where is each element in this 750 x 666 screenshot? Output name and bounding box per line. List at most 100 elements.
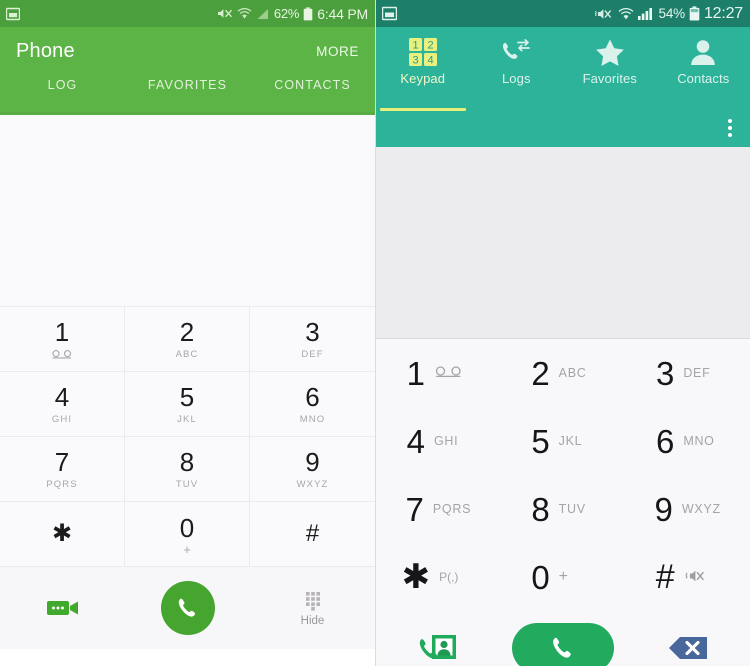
left-action-bar: Hide (0, 567, 375, 649)
left-app-bar: Phone MORE LOG FAVORITES CONTACTS (0, 27, 375, 112)
more-button[interactable]: MORE (316, 44, 359, 59)
keypad-key-1[interactable]: 1 (376, 339, 501, 407)
key-digit: 6 (655, 422, 675, 460)
key-digit: # (655, 558, 675, 596)
right-app-bar: 12 34 Keypad Logs Favorites Contacts (376, 27, 750, 147)
call-button[interactable] (160, 581, 215, 635)
keypad-key-2[interactable]: 2 ABC (501, 339, 626, 407)
tab-log[interactable]: LOG (0, 78, 125, 92)
backspace-button[interactable] (625, 635, 750, 661)
mute-vibrate-icon (684, 568, 720, 587)
call-button[interactable] (512, 623, 614, 666)
call-button-container (125, 581, 250, 635)
keypad-key-star[interactable]: ✱ (0, 502, 125, 567)
keypad-key-6[interactable]: 6 MNO (250, 372, 375, 437)
svg-text:2: 2 (427, 40, 433, 52)
phone-call-icon (174, 594, 202, 622)
keypad-key-2[interactable]: 2 ABC (125, 307, 250, 372)
keypad-key-9[interactable]: 9 WXYZ (250, 437, 375, 502)
screenshot-icon (381, 6, 398, 21)
left-keypad: 1 2 ABC 3 DEF 4 GHI 5 JKL 6 MNO 7 PQRS 8… (0, 306, 375, 567)
hide-label: Hide (300, 615, 325, 627)
clock-label: 6:44 PM (317, 5, 368, 22)
dual-screenshot-comparison: 62% 6:44 PM Phone MORE LOG FAVORITES CON… (0, 0, 750, 666)
key-digit: # (305, 520, 320, 547)
key-digit: 7 (54, 446, 70, 477)
keypad-key-0[interactable]: 0 + (125, 502, 250, 567)
signal-icon (256, 8, 270, 20)
tab-label: Contacts (677, 71, 730, 86)
keypad-key-8[interactable]: 8 TUV (501, 475, 626, 543)
key-letters: GHI (51, 413, 73, 425)
add-contact-icon (417, 632, 459, 664)
hide-keypad-button[interactable]: Hide (250, 589, 375, 627)
keypad-key-star[interactable]: ✱ P(,) (376, 543, 501, 611)
backspace-icon (667, 635, 709, 661)
key-digit: 8 (531, 490, 550, 528)
key-digit: 7 (405, 490, 424, 528)
clock-label: 12:27 (703, 4, 743, 22)
voicemail-icon (434, 365, 470, 381)
keypad-key-5[interactable]: 5 JKL (125, 372, 250, 437)
key-letters: MNO (299, 413, 326, 425)
keypad-key-7[interactable]: 7 PQRS (376, 475, 501, 543)
more-vertical-icon[interactable] (728, 119, 732, 137)
keypad-key-7[interactable]: 7 PQRS (0, 437, 125, 502)
svg-text:1: 1 (412, 40, 418, 52)
tab-logs[interactable]: Logs (470, 33, 564, 112)
keypad-key-4[interactable]: 4 GHI (0, 372, 125, 437)
add-contact-button[interactable] (376, 632, 501, 664)
key-letters: + (558, 568, 569, 585)
tab-contacts[interactable]: Contacts (657, 33, 750, 112)
tab-label: Keypad (400, 71, 446, 86)
key-letters: MNO (683, 434, 715, 448)
tab-favorites[interactable]: FAVORITES (125, 78, 250, 92)
call-button-container (501, 623, 626, 666)
keypad-key-5[interactable]: 5 JKL (501, 407, 626, 475)
key-digit: 4 (54, 381, 70, 412)
left-status-bar: 62% 6:44 PM (0, 0, 375, 27)
svg-text:4: 4 (427, 55, 433, 67)
keypad-key-8[interactable]: 8 TUV (125, 437, 250, 502)
keypad-key-hash[interactable]: # (250, 502, 375, 567)
key-digit: 1 (406, 354, 425, 392)
keypad-key-6[interactable]: 6 MNO (625, 407, 750, 475)
key-letters: DEF (683, 366, 711, 380)
left-tab-row: LOG FAVORITES CONTACTS (0, 75, 375, 112)
key-letters: JKL (177, 413, 197, 425)
key-letters: DEF (301, 348, 324, 360)
key-letters: PQRS (46, 478, 78, 490)
keypad-key-3[interactable]: 3 DEF (250, 307, 375, 372)
key-letters: ABC (175, 348, 199, 360)
key-letters: + (183, 542, 191, 557)
phone-call-icon (548, 633, 578, 663)
keypad-key-3[interactable]: 3 DEF (625, 339, 750, 407)
tab-contacts[interactable]: CONTACTS (250, 78, 375, 92)
keypad-key-hash[interactable]: # (625, 543, 750, 611)
left-number-display[interactable] (0, 115, 375, 306)
key-letters: WXYZ (296, 478, 329, 490)
key-digit: 1 (54, 316, 70, 347)
right-number-display[interactable] (376, 147, 750, 339)
battery-percent-label: 54% (658, 6, 686, 21)
keypad-key-0[interactable]: 0 + (501, 543, 626, 611)
contact-person-icon (688, 33, 718, 71)
key-digit: 0 (531, 558, 550, 596)
key-letters: TUV (175, 478, 199, 490)
key-digit: 4 (406, 422, 425, 460)
video-call-button[interactable] (0, 597, 125, 619)
key-digit: 8 (179, 446, 195, 477)
mute-icon (217, 7, 233, 20)
keypad-key-1[interactable]: 1 (0, 307, 125, 372)
key-digit: 2 (531, 354, 550, 392)
keypad-key-9[interactable]: 9 WXYZ (625, 475, 750, 543)
key-letters: GHI (434, 434, 459, 448)
keypad-key-4[interactable]: 4 GHI (376, 407, 501, 475)
key-digit: 6 (305, 381, 320, 412)
key-digit: 3 (655, 354, 675, 392)
screenshot-icon (5, 7, 21, 21)
tab-keypad[interactable]: 12 34 Keypad (376, 33, 470, 112)
wifi-icon (618, 7, 634, 21)
signal-icon (637, 7, 655, 20)
tab-favorites[interactable]: Favorites (563, 33, 657, 112)
